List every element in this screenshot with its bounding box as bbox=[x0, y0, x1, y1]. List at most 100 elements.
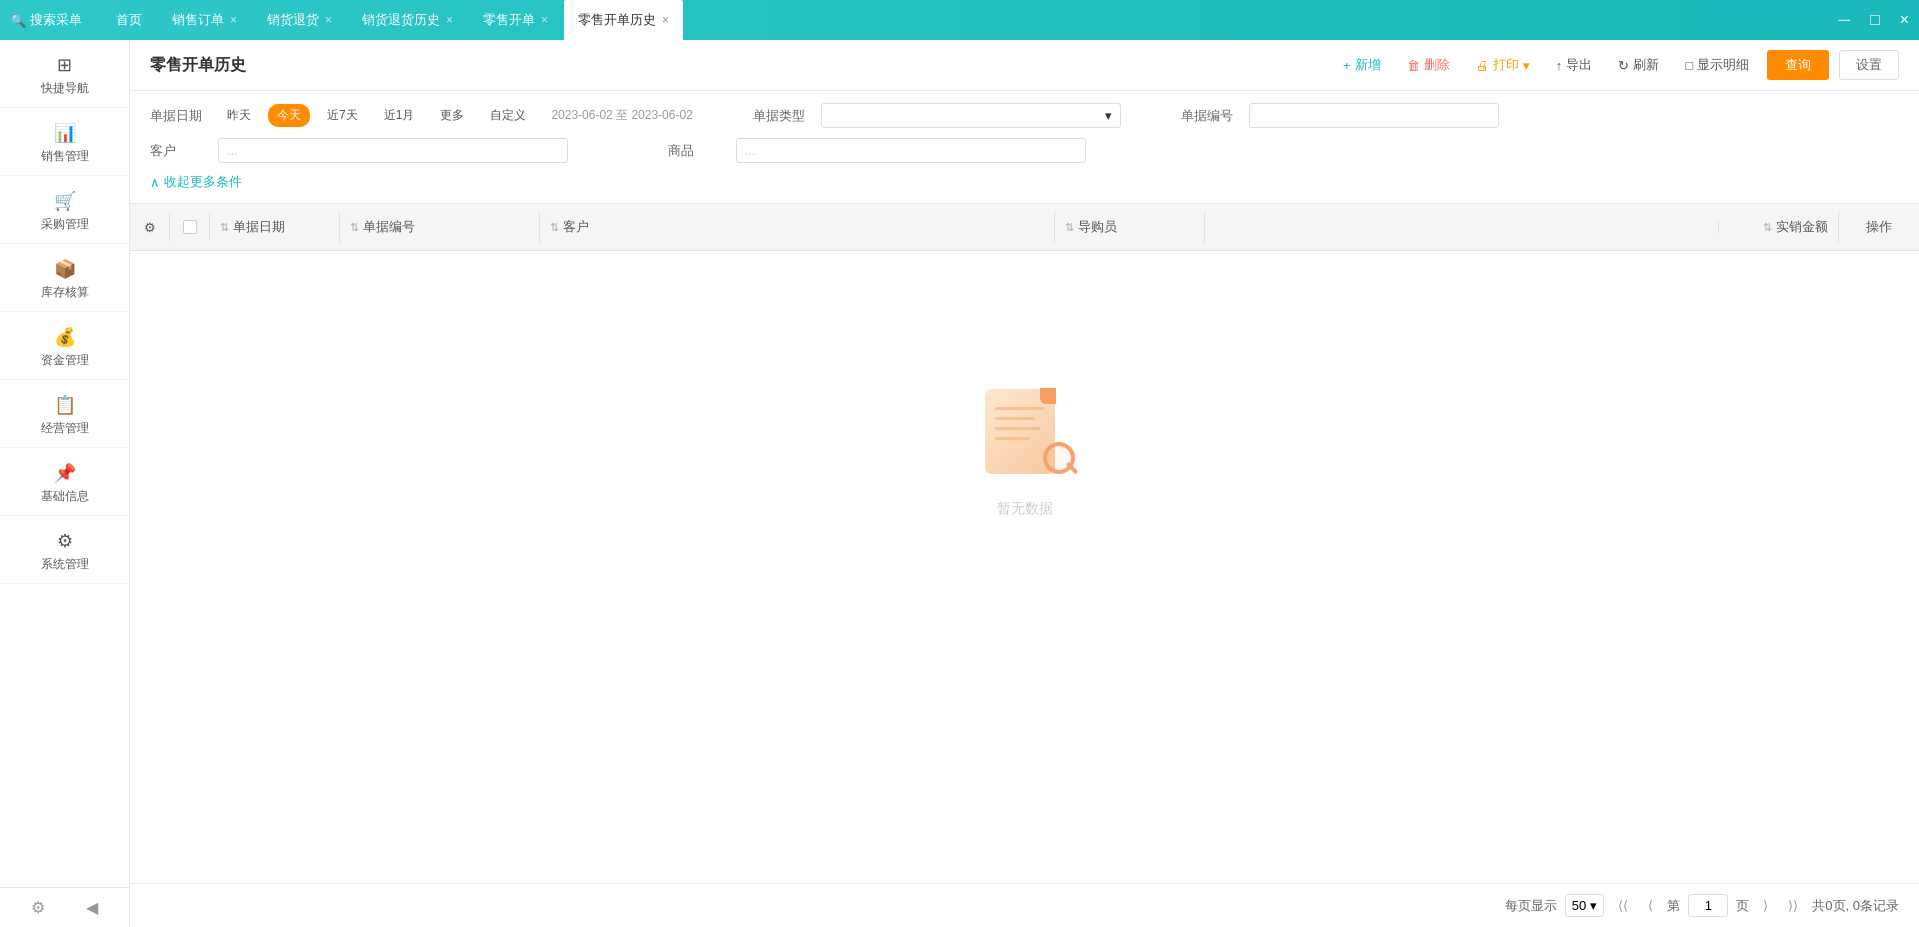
window-close-btn[interactable]: × bbox=[1900, 11, 1909, 29]
search-icon: 🔍 bbox=[10, 13, 26, 28]
date-btn-more[interactable]: 更多 bbox=[431, 104, 473, 127]
sidebar-item-quick-nav[interactable]: ⊞ 快捷导航 bbox=[0, 40, 129, 108]
tab-sales-return[interactable]: 销货退货 × bbox=[253, 0, 346, 40]
setting-button[interactable]: 设置 bbox=[1839, 50, 1899, 80]
window-maximize-btn[interactable]: □ bbox=[1870, 11, 1880, 29]
date-btn-yesterday[interactable]: 昨天 bbox=[218, 104, 260, 127]
close-tab-sales-order[interactable]: × bbox=[230, 13, 237, 27]
new-label: 新增 bbox=[1355, 56, 1381, 74]
export-button[interactable]: ↑ 导出 bbox=[1548, 52, 1601, 78]
table-area: ⚙ ⇅ 单据日期 ⇅ 单据编号 ⇅ 客户 ⇅ bbox=[130, 204, 1919, 883]
checkbox-icon: □ bbox=[1685, 58, 1693, 73]
sales-icon: 📊 bbox=[54, 122, 76, 144]
display-detail-button[interactable]: □ 显示明细 bbox=[1677, 52, 1757, 78]
date-filter-label: 单据日期 bbox=[150, 107, 210, 125]
page-suffix: 页 bbox=[1736, 897, 1749, 915]
empty-state: 暂无数据 bbox=[130, 251, 1919, 651]
refresh-button[interactable]: ↻ 刷新 bbox=[1610, 52, 1667, 78]
sidebar-label-finance: 资金管理 bbox=[41, 352, 89, 369]
print-icon: 🖨 bbox=[1476, 58, 1489, 73]
bill-no-filter-group: 单据编号 bbox=[1181, 103, 1499, 128]
sidebar: ⊞ 快捷导航 📊 销售管理 🛒 采购管理 📦 库存核算 💰 资金管理 📋 经营管… bbox=[0, 40, 130, 927]
export-icon: ↑ bbox=[1556, 58, 1563, 73]
tab-retail-history[interactable]: 零售开单历史 × bbox=[564, 0, 683, 40]
th-settings[interactable]: ⚙ bbox=[130, 214, 170, 241]
new-button[interactable]: + 新增 bbox=[1335, 52, 1389, 78]
close-tab-retail-order[interactable]: × bbox=[541, 13, 548, 27]
page-number-input[interactable] bbox=[1688, 894, 1728, 917]
prev-page-btn[interactable]: ⟨ bbox=[1642, 896, 1659, 915]
th-amount[interactable]: ⇅ 实销金额 bbox=[1719, 212, 1839, 242]
select-all-checkbox[interactable] bbox=[183, 220, 197, 234]
date-btn-today[interactable]: 今天 bbox=[268, 104, 310, 127]
total-info: 共0页, 0条记录 bbox=[1812, 897, 1899, 915]
customer-select[interactable]: ... bbox=[218, 138, 568, 163]
settings-icon: ⚙ bbox=[144, 220, 156, 235]
tab-retail-order[interactable]: 零售开单 × bbox=[469, 0, 562, 40]
collapse-filter-btn[interactable]: ∧ 收起更多条件 bbox=[150, 173, 1899, 191]
date-btn-7days[interactable]: 近7天 bbox=[318, 104, 367, 127]
sidebar-label-basic-info: 基础信息 bbox=[41, 488, 89, 505]
goods-select[interactable]: ... bbox=[736, 138, 1086, 163]
date-btn-custom[interactable]: 自定义 bbox=[481, 104, 535, 127]
sidebar-item-basic-info[interactable]: 📌 基础信息 bbox=[0, 448, 129, 516]
th-date[interactable]: ⇅ 单据日期 bbox=[210, 212, 340, 242]
tab-sales-return-history[interactable]: 销货退货历史 × bbox=[348, 0, 467, 40]
sidebar-item-operation[interactable]: 📋 经营管理 bbox=[0, 380, 129, 448]
th-action: 操作 bbox=[1839, 212, 1919, 242]
print-button[interactable]: 🖨 打印 ▾ bbox=[1468, 52, 1538, 78]
date-filter-group: 单据日期 昨天 今天 近7天 近1月 更多 自定义 2023-06-02 至 2… bbox=[150, 104, 693, 127]
delete-button[interactable]: 🗑 删除 bbox=[1399, 52, 1458, 78]
customer-placeholder: ... bbox=[227, 143, 559, 158]
first-page-btn[interactable]: ⟨⟨ bbox=[1612, 896, 1634, 915]
query-button[interactable]: 查询 bbox=[1767, 50, 1829, 80]
date-btn-1month[interactable]: 近1月 bbox=[375, 104, 424, 127]
last-page-btn[interactable]: ⟩⟩ bbox=[1782, 896, 1804, 915]
close-tab-sales-return[interactable]: × bbox=[325, 13, 332, 27]
delete-label: 删除 bbox=[1424, 56, 1450, 74]
tab-list: 首页 销售订单 × 销货退货 × 销货退货历史 × 零售开单 × 零售开单历史 … bbox=[102, 0, 1831, 40]
search-handle bbox=[1065, 462, 1078, 475]
sidebar-item-inventory[interactable]: 📦 库存核算 bbox=[0, 244, 129, 312]
sidebar-item-finance[interactable]: 💰 资金管理 bbox=[0, 312, 129, 380]
sidebar-item-system[interactable]: ⚙ 系统管理 bbox=[0, 516, 129, 584]
next-page-btn[interactable]: ⟩ bbox=[1757, 896, 1774, 915]
sort-icon-customer: ⇅ bbox=[550, 221, 559, 234]
page-title: 零售开单历史 bbox=[150, 55, 246, 76]
per-page-label: 每页显示 bbox=[1505, 897, 1557, 915]
main-layout: ⊞ 快捷导航 📊 销售管理 🛒 采购管理 📦 库存核算 💰 资金管理 📋 经营管… bbox=[0, 40, 1919, 927]
goods-filter-group: 商品 ... bbox=[668, 138, 1086, 163]
sidebar-collapse-btn[interactable]: ◀ bbox=[86, 898, 98, 917]
th-check[interactable] bbox=[170, 214, 210, 240]
top-bar-right: ─ □ × bbox=[1831, 11, 1909, 29]
top-bar: 🔍 搜索采单 首页 销售订单 × 销货退货 × 销货退货历史 × 零售开单 × … bbox=[0, 0, 1919, 40]
th-customer[interactable]: ⇅ 客户 bbox=[540, 212, 1055, 242]
display-label: 显示明细 bbox=[1697, 56, 1749, 74]
close-tab-retail-history[interactable]: × bbox=[662, 13, 669, 27]
bill-type-select[interactable]: ▾ bbox=[821, 103, 1121, 128]
sidebar-label-sales: 销售管理 bbox=[41, 148, 89, 165]
export-label: 导出 bbox=[1566, 56, 1592, 74]
grid-icon: ⊞ bbox=[57, 54, 72, 76]
finance-icon: 💰 bbox=[54, 326, 76, 348]
bill-no-input[interactable] bbox=[1249, 103, 1499, 128]
tab-sales-order[interactable]: 销售订单 × bbox=[158, 0, 251, 40]
th-bill-no[interactable]: ⇅ 单据编号 bbox=[340, 212, 540, 242]
tab-home[interactable]: 首页 bbox=[102, 0, 156, 40]
filter-row-2: 客户 ... 商品 ... bbox=[150, 138, 1899, 163]
sidebar-label-quick-nav: 快捷导航 bbox=[41, 80, 89, 97]
operation-icon: 📋 bbox=[54, 394, 76, 416]
goods-label: 商品 bbox=[668, 142, 728, 160]
sidebar-item-purchase[interactable]: 🛒 采购管理 bbox=[0, 176, 129, 244]
sidebar-label-system: 系统管理 bbox=[41, 556, 89, 573]
search-bill-btn[interactable]: 🔍 搜索采单 bbox=[10, 11, 82, 29]
sidebar-item-sales[interactable]: 📊 销售管理 bbox=[0, 108, 129, 176]
close-tab-sales-return-history[interactable]: × bbox=[446, 13, 453, 27]
window-minimize-btn[interactable]: ─ bbox=[1839, 11, 1850, 29]
sidebar-settings-btn[interactable]: ⚙ bbox=[31, 898, 45, 917]
th-guide[interactable]: ⇅ 导购员 bbox=[1055, 212, 1205, 242]
per-page-select[interactable]: 50 ▾ bbox=[1565, 894, 1604, 917]
filter-row-1: 单据日期 昨天 今天 近7天 近1月 更多 自定义 2023-06-02 至 2… bbox=[150, 103, 1899, 128]
inventory-icon: 📦 bbox=[54, 258, 76, 280]
bill-type-filter-group: 单据类型 ▾ bbox=[753, 103, 1121, 128]
